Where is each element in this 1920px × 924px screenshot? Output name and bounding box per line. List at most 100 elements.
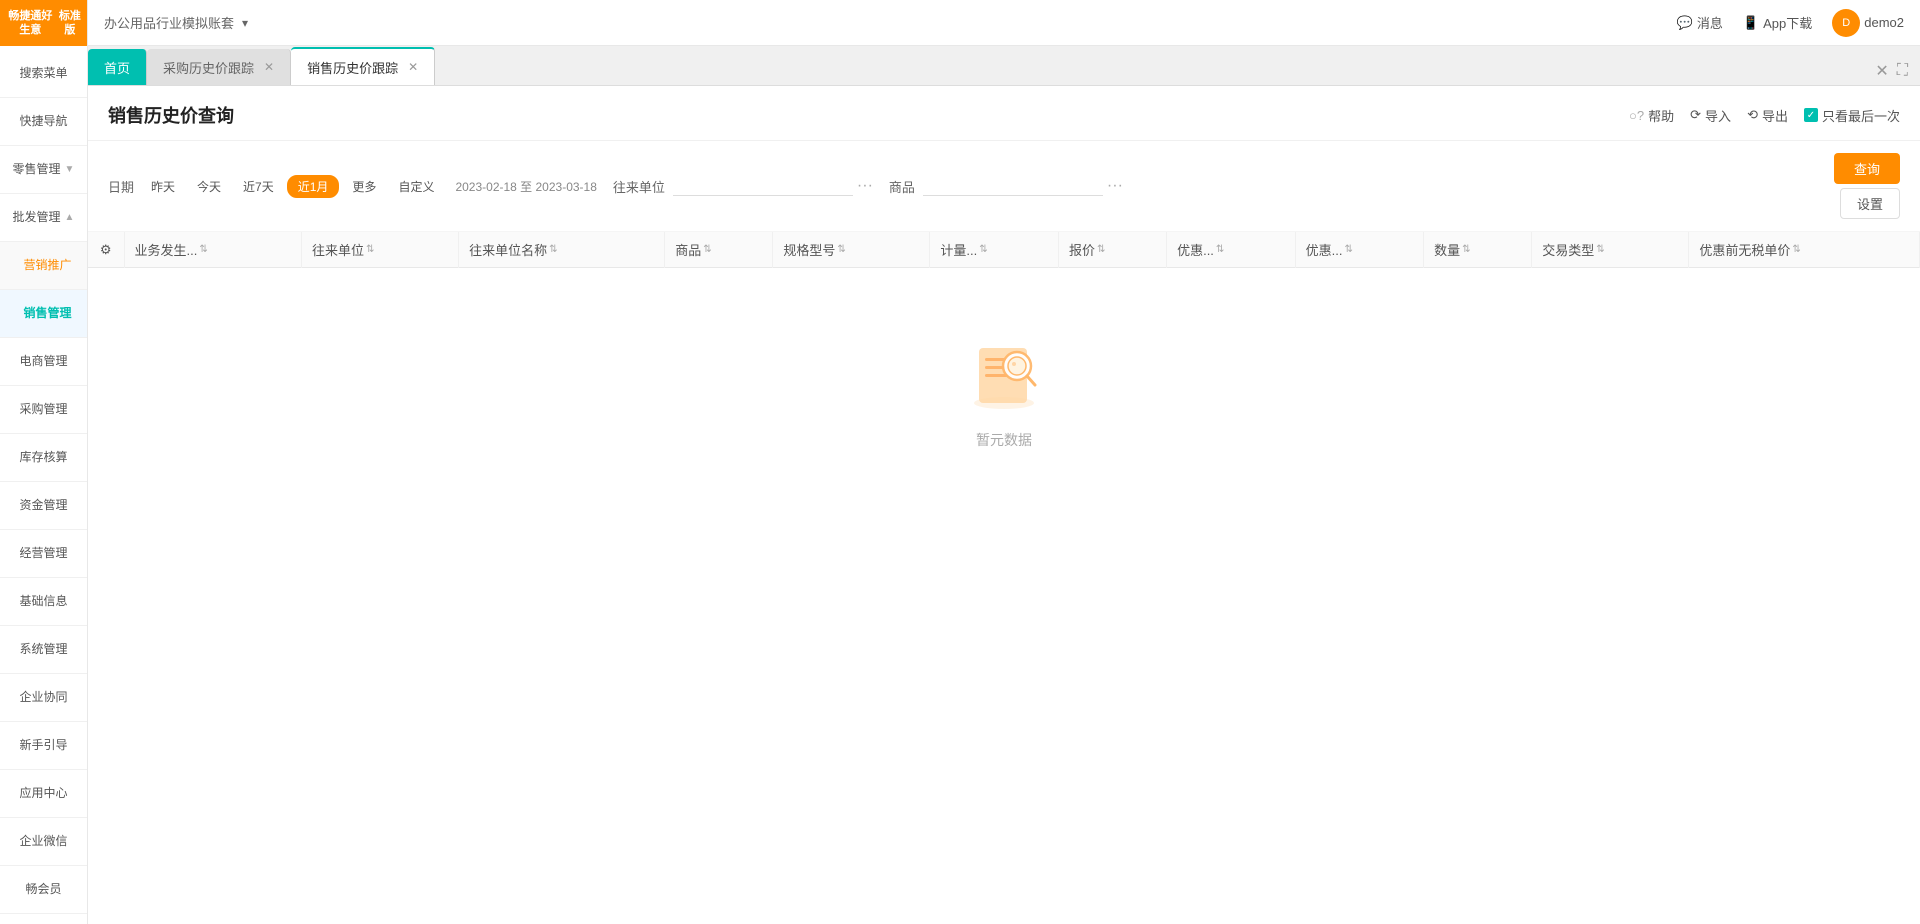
- th-qty[interactable]: 数量 ⇅: [1424, 232, 1532, 268]
- sidebar-item-shortcut[interactable]: 快捷导航: [0, 98, 87, 146]
- checkbox-checked-icon: ✓: [1804, 108, 1818, 122]
- maximize-window-icon[interactable]: ⛶: [1897, 62, 1908, 80]
- th-settings[interactable]: ⚙: [88, 232, 124, 268]
- export-icon: ⟲: [1747, 107, 1758, 123]
- th-spec[interactable]: 规格型号 ⇅: [773, 232, 930, 268]
- chevron-down-icon: ▼: [65, 163, 75, 177]
- tab-purchase-history[interactable]: 采购历史价跟踪 ✕: [147, 49, 291, 85]
- sidebar-menu: 搜索菜单 快捷导航 零售管理 ▼ 批发管理 ▲ 营销推广 销售管理 电商管理 采…: [0, 46, 87, 924]
- th-partner-name[interactable]: 往来单位名称 ⇅: [459, 232, 665, 268]
- sidebar-item-retail[interactable]: 零售管理 ▼: [0, 146, 87, 194]
- partner-input[interactable]: [673, 176, 853, 196]
- date-btn-7days[interactable]: 近7天: [234, 175, 283, 198]
- th-unit[interactable]: 计量... ⇅: [930, 232, 1059, 268]
- only-last-checkbox-label[interactable]: ✓ 只看最后一次: [1804, 106, 1900, 125]
- main-area: 办公用品行业模拟账套 ▾ 💬 消息 📱 App下载 D demo2 首页: [88, 0, 1920, 924]
- message-button[interactable]: 💬 消息: [1677, 13, 1723, 32]
- date-btn-yesterday[interactable]: 昨天: [142, 175, 184, 198]
- topbar: 办公用品行业模拟账套 ▾ 💬 消息 📱 App下载 D demo2: [88, 0, 1920, 46]
- only-last-label: 只看最后一次: [1822, 106, 1900, 125]
- page-content: 销售历史价查询 ○? 帮助 ⟳ 导入 ⟲ 导出 ✓ 只看最后一次: [88, 86, 1920, 924]
- sidebar-item-inventory[interactable]: 库存核算: [0, 434, 87, 482]
- sort-icon-quote: ⇅: [1097, 244, 1105, 255]
- help-button[interactable]: ○? 帮助: [1629, 106, 1674, 125]
- tab-home[interactable]: 首页: [88, 49, 147, 85]
- sidebar-item-purchase[interactable]: 采购管理: [0, 386, 87, 434]
- date-btn-more[interactable]: 更多: [343, 175, 385, 198]
- empty-state: 暂元数据: [88, 268, 1920, 510]
- tab-sales-history[interactable]: 销售历史价跟踪 ✕: [291, 47, 435, 85]
- sidebar-item-finance[interactable]: 资金管理: [0, 482, 87, 530]
- page-title: 销售历史价查询: [108, 102, 234, 128]
- th-pre-tax-price[interactable]: 优惠前无税单价 ⇅: [1689, 232, 1920, 268]
- sidebar-item-system[interactable]: 系统管理: [0, 626, 87, 674]
- sidebar-item-newguide[interactable]: 新手引导: [0, 722, 87, 770]
- sidebar-item-sales-mgmt[interactable]: 销售管理: [0, 290, 87, 338]
- tab-close-purchase[interactable]: ✕: [264, 60, 274, 74]
- empty-state-text: 暂元数据: [976, 430, 1032, 450]
- username-label: demo2: [1864, 15, 1904, 30]
- th-discount1[interactable]: 优惠... ⇅: [1167, 232, 1296, 268]
- sidebar: 畅捷通好生意 标准版 搜索菜单 快捷导航 零售管理 ▼ 批发管理 ▲ 营销推广 …: [0, 0, 88, 924]
- close-window-icon[interactable]: ✕: [1875, 61, 1888, 81]
- sidebar-item-app-center[interactable]: 应用中心: [0, 770, 87, 818]
- th-trade-type[interactable]: 交易类型 ⇅: [1532, 232, 1689, 268]
- page-header-actions: ○? 帮助 ⟳ 导入 ⟲ 导出 ✓ 只看最后一次: [1629, 106, 1900, 125]
- sort-icon-pre-tax-price: ⇅: [1792, 244, 1800, 255]
- user-avatar-area[interactable]: D demo2: [1832, 9, 1904, 37]
- tabbar: 首页 采购历史价跟踪 ✕ 销售历史价跟踪 ✕ ✕ ⛶: [88, 46, 1920, 86]
- sort-icon-unit: ⇅: [979, 244, 987, 255]
- gear-icon: ⚙: [100, 242, 112, 257]
- sort-icon-spec: ⇅: [837, 244, 845, 255]
- th-partner-code[interactable]: 往来单位 ⇅: [302, 232, 459, 268]
- data-table: ⚙ 业务发生... ⇅ 往来单位 ⇅: [88, 232, 1920, 268]
- goods-input-wrapper: ···: [923, 176, 1123, 196]
- filter-bar: 日期 昨天 今天 近7天 近1月 更多 自定义 2023-02-18 至 202…: [88, 141, 1920, 232]
- app-download-button[interactable]: 📱 App下载: [1743, 13, 1812, 32]
- export-button[interactable]: ⟲ 导出: [1747, 106, 1788, 125]
- sort-icon-biz-date: ⇅: [199, 244, 207, 255]
- settings-button[interactable]: 设置: [1840, 188, 1900, 219]
- empty-state-icon: [959, 328, 1049, 418]
- sort-icon-goods: ⇅: [703, 244, 711, 255]
- avatar: D: [1832, 9, 1860, 37]
- partner-filter-group: 往来单位 ···: [613, 176, 873, 196]
- sidebar-item-wechat[interactable]: 企业微信: [0, 818, 87, 866]
- th-goods[interactable]: 商品 ⇅: [665, 232, 773, 268]
- import-icon: ⟳: [1690, 107, 1701, 123]
- th-quote[interactable]: 报价 ⇅: [1058, 232, 1166, 268]
- sidebar-item-ecommerce[interactable]: 电商管理: [0, 338, 87, 386]
- topbar-dropdown-icon[interactable]: ▾: [242, 16, 248, 30]
- goods-filter-label: 商品: [889, 177, 915, 196]
- partner-select-icon[interactable]: ···: [857, 177, 873, 195]
- date-btn-custom[interactable]: 自定义: [389, 175, 443, 198]
- sort-icon-trade-type: ⇅: [1596, 244, 1604, 255]
- help-icon: ○?: [1629, 108, 1644, 123]
- date-btn-today[interactable]: 今天: [188, 175, 230, 198]
- table-header-row: ⚙ 业务发生... ⇅ 往来单位 ⇅: [88, 232, 1920, 268]
- sidebar-item-enterprise[interactable]: 企业协同: [0, 674, 87, 722]
- tab-close-sales[interactable]: ✕: [408, 60, 418, 74]
- goods-select-icon[interactable]: ···: [1107, 177, 1123, 195]
- partner-filter-label: 往来单位: [613, 177, 665, 196]
- query-button[interactable]: 查询: [1834, 153, 1900, 184]
- th-discount2[interactable]: 优惠... ⇅: [1295, 232, 1424, 268]
- sort-icon-partner-name: ⇅: [549, 244, 557, 255]
- import-button[interactable]: ⟳ 导入: [1690, 106, 1731, 125]
- sidebar-item-search[interactable]: 搜索菜单: [0, 50, 87, 98]
- download-icon: 📱: [1743, 15, 1759, 31]
- date-filter-label: 日期: [108, 177, 134, 196]
- sidebar-item-member[interactable]: 畅会员: [0, 866, 87, 914]
- date-options: 昨天 今天 近7天 近1月 更多 自定义: [142, 175, 443, 198]
- sidebar-item-wholesale[interactable]: 批发管理 ▲: [0, 194, 87, 242]
- filter-action-btns: 查询 设置: [1834, 153, 1900, 219]
- sidebar-item-operations[interactable]: 经营管理: [0, 530, 87, 578]
- message-icon: 💬: [1677, 15, 1693, 31]
- date-btn-1month[interactable]: 近1月: [287, 175, 340, 198]
- sidebar-item-marketing[interactable]: 营销推广: [0, 242, 87, 290]
- page-header: 销售历史价查询 ○? 帮助 ⟳ 导入 ⟲ 导出 ✓ 只看最后一次: [88, 86, 1920, 141]
- window-controls: ✕ ⛶: [1875, 61, 1920, 85]
- goods-input[interactable]: [923, 176, 1103, 196]
- sidebar-item-basic-info[interactable]: 基础信息: [0, 578, 87, 626]
- th-biz-date[interactable]: 业务发生... ⇅: [124, 232, 302, 268]
